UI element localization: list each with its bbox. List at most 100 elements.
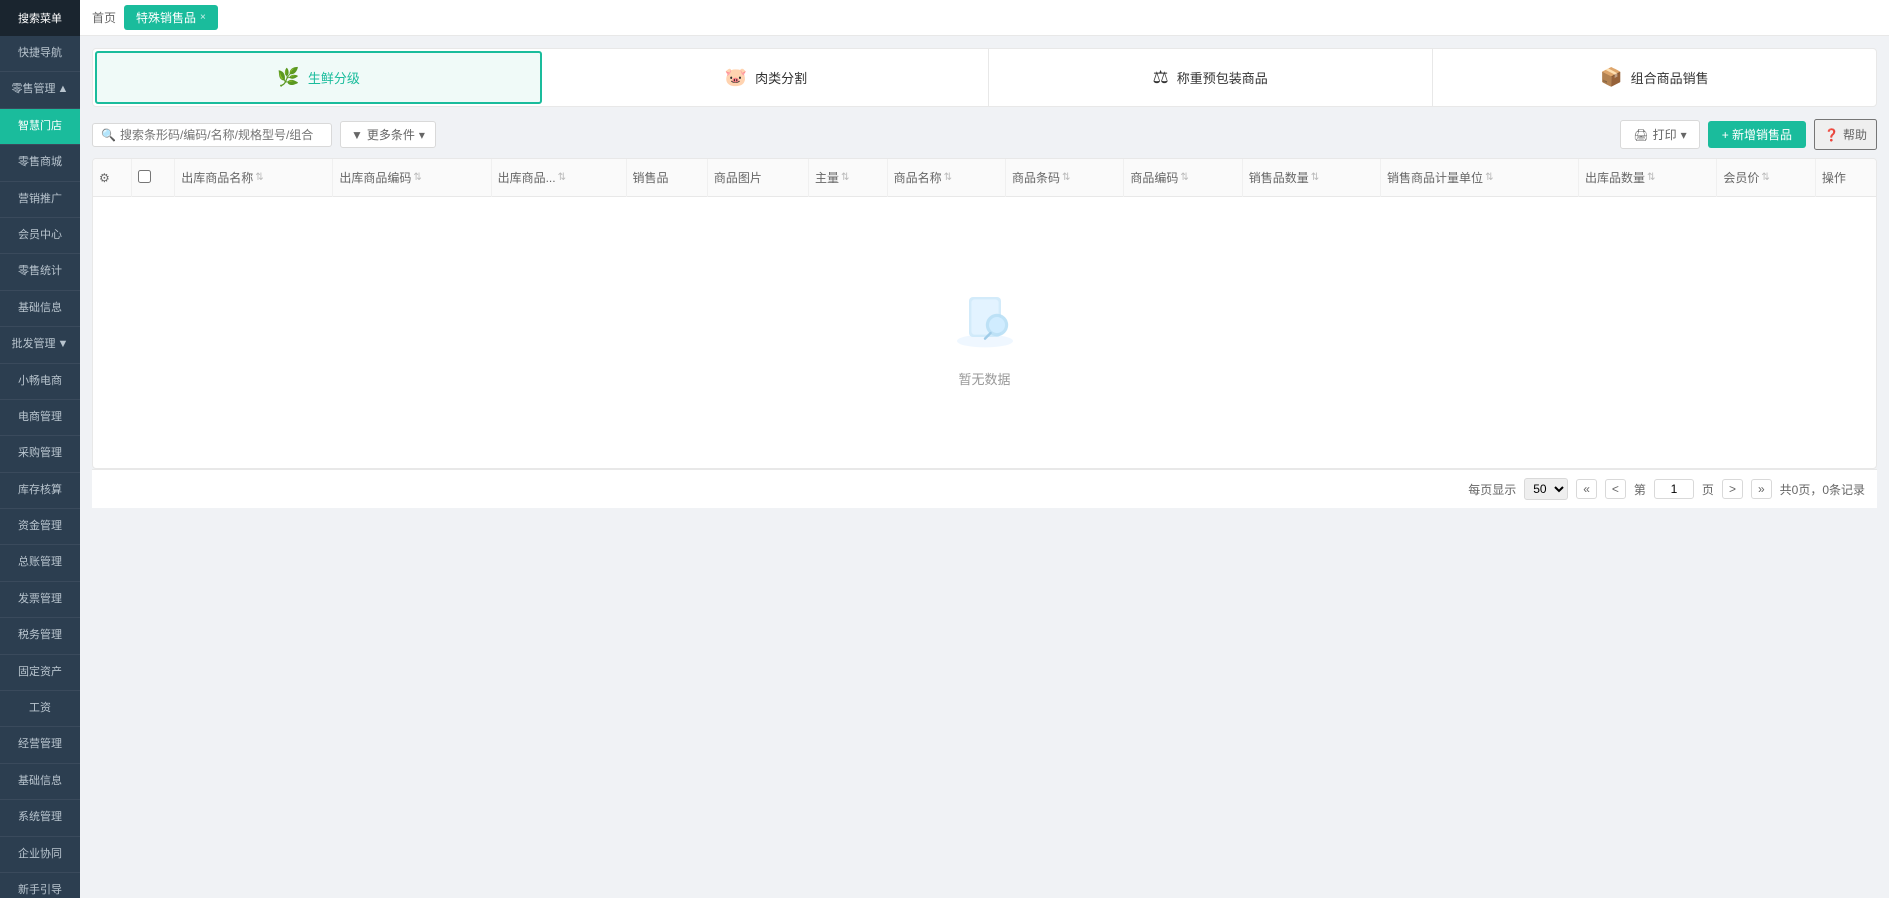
col-outbound-name-label: 出库商品名称	[181, 169, 253, 186]
sidebar-item-quicknav[interactable]: 快捷导航	[0, 36, 80, 72]
sort-arrows-member-price: ⇅	[1761, 172, 1769, 183]
sort-arrows-barcode: ⇅	[1062, 172, 1070, 183]
sidebar-item-retail[interactable]: 零售管理 ▲	[0, 72, 80, 108]
filter-button[interactable]: ▼ 更多条件 ▾	[340, 121, 436, 148]
sidebar-item-basicinfo2[interactable]: 基础信息	[0, 764, 80, 800]
tab-fresh-grade-label: 生鲜分级	[308, 68, 360, 87]
empty-text: 暂无数据	[958, 369, 1010, 388]
col-member-price[interactable]: 会员价 ⇅	[1717, 159, 1816, 197]
col-member-price-label: 会员价	[1723, 169, 1759, 186]
last-page-button[interactable]: »	[1751, 479, 1772, 499]
col-outbound-extra[interactable]: 出库商品... ⇅	[491, 159, 626, 197]
content-area: 🌿 生鲜分级 🐷 肉类分割 ⚖ 称重预包装商品 📦 组合商品销售 🔍	[80, 36, 1889, 898]
sidebar-item-xiaochang[interactable]: 小畅电商	[0, 364, 80, 400]
sidebar-item-retailstats[interactable]: 零售统计	[0, 254, 80, 290]
empty-state: 暂无数据	[93, 197, 1876, 468]
sidebar-item-members[interactable]: 会员中心	[0, 218, 80, 254]
sort-arrows-outbound-qty: ⇅	[1647, 172, 1655, 183]
sidebar: 搜索菜单 快捷导航 零售管理 ▲ 智慧门店 零售商城 营销推广 会员中心 零售统…	[0, 0, 80, 898]
filter-icon: ▼	[351, 128, 363, 142]
toolbar-right: 🖨 打印 ▾ + 新增销售品 ❓ 帮助	[1620, 119, 1877, 150]
sidebar-item-fixedassets[interactable]: 固定资产	[0, 655, 80, 691]
topbar: 首页 特殊销售品 ×	[80, 0, 1889, 36]
sidebar-item-invoice[interactable]: 发票管理	[0, 582, 80, 618]
sidebar-item-operations[interactable]: 经营管理	[0, 727, 80, 763]
sidebar-item-basicinfo1[interactable]: 基础信息	[0, 291, 80, 327]
sidebar-item-ledger[interactable]: 总账管理	[0, 545, 80, 581]
sidebar-item-ecommerce[interactable]: 电商管理	[0, 400, 80, 436]
col-barcode[interactable]: 商品条码 ⇅	[1005, 159, 1123, 197]
col-product-name-label: 商品名称	[894, 169, 942, 186]
prev-page-button[interactable]: <	[1605, 479, 1626, 499]
tab-combo-sales[interactable]: 📦 组合商品销售	[1433, 49, 1876, 106]
tab-meat-cut[interactable]: 🐷 肉类分割	[544, 49, 988, 106]
tab-weighed-prepack[interactable]: ⚖ 称重预包装商品	[989, 49, 1433, 106]
sidebar-item-smartstore[interactable]: 智慧门店	[0, 109, 80, 145]
tab-weighed-prepack-label: 称重预包装商品	[1177, 68, 1268, 87]
table-body: 暂无数据	[93, 197, 1876, 469]
data-table: ⚙ 出库商品名称 ⇅ 出库商	[93, 159, 1876, 468]
tab-fresh-grade[interactable]: 🌿 生鲜分级	[95, 51, 542, 104]
col-main-qty-label: 主量	[815, 169, 839, 186]
weighed-prepack-icon: ⚖	[1153, 67, 1169, 88]
col-product-name[interactable]: 商品名称 ⇅	[887, 159, 1005, 197]
first-page-button[interactable]: «	[1576, 479, 1597, 499]
next-page-button[interactable]: >	[1722, 479, 1743, 499]
sidebar-item-newbie[interactable]: 新手引导	[0, 873, 80, 898]
col-outbound-name[interactable]: 出库商品名称 ⇅	[175, 159, 333, 197]
col-main-qty[interactable]: 主量 ⇅	[808, 159, 887, 197]
print-button[interactable]: 🖨 打印 ▾	[1620, 120, 1699, 149]
total-label: 共0页，0条记录	[1780, 481, 1865, 498]
col-barcode-label: 商品条码	[1012, 169, 1060, 186]
table-header-row: ⚙ 出库商品名称 ⇅ 出库商	[93, 159, 1876, 197]
help-button[interactable]: ❓ 帮助	[1814, 119, 1877, 150]
col-outbound-extra-label: 出库商品...	[498, 169, 556, 186]
col-settings[interactable]: ⚙	[93, 159, 132, 197]
col-outbound-code[interactable]: 出库商品编码 ⇅	[333, 159, 491, 197]
search-box[interactable]: 🔍	[92, 123, 332, 147]
col-sales-item-label: 销售品	[633, 171, 669, 185]
search-input[interactable]	[120, 128, 323, 142]
sidebar-item-salary[interactable]: 工资	[0, 691, 80, 727]
sort-arrows-outbound-code: ⇅	[413, 172, 421, 183]
empty-row: 暂无数据	[93, 197, 1876, 469]
col-outbound-qty[interactable]: 出库品数量 ⇅	[1579, 159, 1717, 197]
main-area: 首页 特殊销售品 × 🌿 生鲜分级 🐷 肉类分割 ⚖ 称重预包装商品 📦 组合商…	[80, 0, 1889, 898]
sidebar-item-wholesale[interactable]: 批发管理 ▼	[0, 327, 80, 363]
col-sales-item: 销售品	[626, 159, 707, 197]
sidebar-item-inventory[interactable]: 库存核算	[0, 473, 80, 509]
col-sales-qty[interactable]: 销售品数量 ⇅	[1242, 159, 1380, 197]
col-sales-qty-label: 销售品数量	[1249, 169, 1309, 186]
col-outbound-code-label: 出库商品编码	[339, 169, 411, 186]
sidebar-item-enterprise[interactable]: 企业协同	[0, 837, 80, 873]
fresh-grade-icon: 🌿	[277, 67, 299, 88]
sidebar-item-purchase[interactable]: 采购管理	[0, 436, 80, 472]
filter-label: 更多条件	[367, 126, 415, 143]
topbar-tab-close[interactable]: ×	[200, 12, 206, 23]
search-icon: 🔍	[101, 128, 116, 142]
pagination-bar: 每页显示 50 « < 第 页 > » 共0页，0条记录	[92, 469, 1877, 508]
topbar-tab-special[interactable]: 特殊销售品 ×	[124, 5, 218, 30]
col-checkbox[interactable]	[132, 159, 175, 197]
sidebar-item-marketing[interactable]: 营销推广	[0, 182, 80, 218]
sidebar-item-system[interactable]: 系统管理	[0, 800, 80, 836]
sidebar-item-retailmall[interactable]: 零售商城	[0, 145, 80, 181]
page-number-input[interactable]	[1654, 479, 1694, 499]
topbar-home[interactable]: 首页	[92, 9, 116, 26]
help-label: 帮助	[1843, 126, 1867, 143]
per-page-select[interactable]: 50	[1524, 478, 1568, 500]
sidebar-logo[interactable]: 搜索菜单	[0, 0, 80, 36]
sidebar-item-tax[interactable]: 税务管理	[0, 618, 80, 654]
data-table-wrap: ⚙ 出库商品名称 ⇅ 出库商	[92, 158, 1877, 469]
col-product-image-label: 商品图片	[714, 171, 762, 185]
add-sales-button[interactable]: + 新增销售品	[1708, 121, 1806, 148]
tab-combo-sales-label: 组合商品销售	[1631, 68, 1709, 87]
col-product-code-label: 商品编码	[1130, 169, 1178, 186]
print-arrow: ▾	[1681, 128, 1687, 142]
sidebar-item-finance[interactable]: 资金管理	[0, 509, 80, 545]
col-sales-unit[interactable]: 销售商品计量单位 ⇅	[1381, 159, 1579, 197]
col-sales-unit-label: 销售商品计量单位	[1387, 169, 1483, 186]
col-product-code[interactable]: 商品编码 ⇅	[1124, 159, 1242, 197]
toolbar: 🔍 ▼ 更多条件 ▾ 🖨 打印 ▾ + 新增销售品	[92, 119, 1877, 150]
select-all-checkbox[interactable]	[138, 170, 151, 183]
